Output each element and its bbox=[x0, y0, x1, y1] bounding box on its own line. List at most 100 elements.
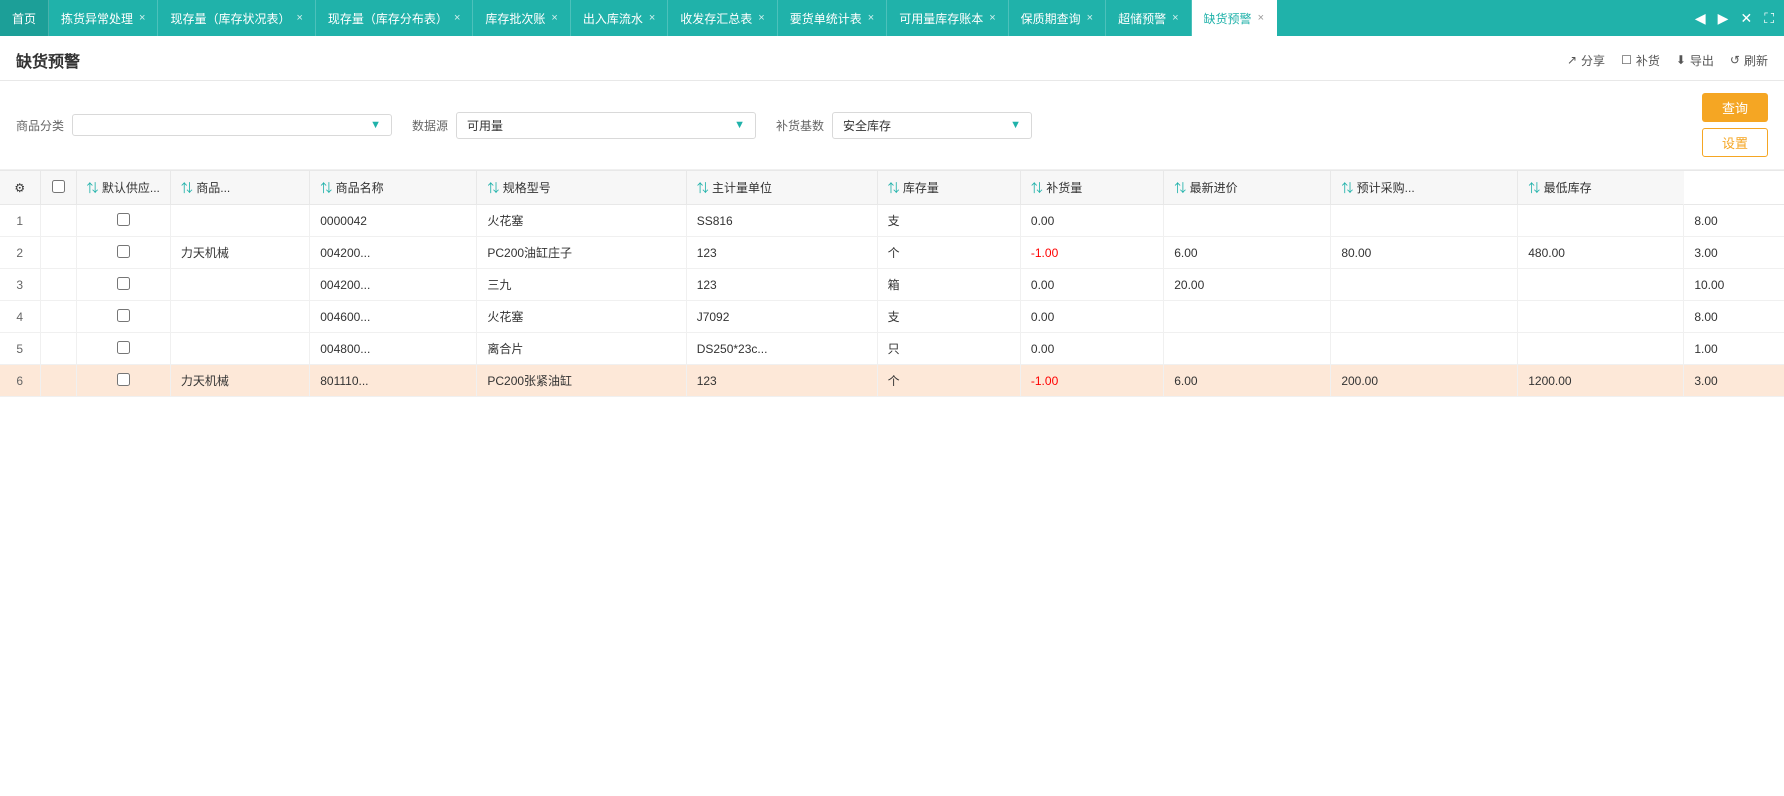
row-latest-price-4 bbox=[1331, 333, 1518, 365]
col-replenish-qty[interactable]: ⇅ 补货量 bbox=[1020, 171, 1163, 205]
row-min-stock-2: 10.00 bbox=[1684, 269, 1784, 301]
close-tab-batch-account[interactable]: × bbox=[551, 12, 557, 24]
row-est-purchase-5: 1200.00 bbox=[1518, 365, 1684, 397]
close-tab-exception[interactable]: × bbox=[139, 12, 145, 24]
close-tab-in-out-flow[interactable]: × bbox=[649, 12, 655, 24]
datasource-value: 可用量 bbox=[467, 117, 503, 134]
datasource-select[interactable]: 可用量 ▼ bbox=[456, 112, 756, 139]
refresh-icon: ↺ bbox=[1730, 53, 1740, 67]
main-table: ⚙ ⇅ 默认供应... ⇅ 商品... ⇅ 商品名称 bbox=[0, 170, 1784, 397]
row-checkbox-cell-0 bbox=[76, 205, 170, 237]
category-filter-group: 商品分类 ▼ bbox=[16, 114, 392, 136]
tab-overstock[interactable]: 超储预警 × bbox=[1106, 0, 1191, 36]
replenish-basis-select[interactable]: 安全库存 ▼ bbox=[832, 112, 1032, 139]
tab-expiry-query[interactable]: 保质期查询 × bbox=[1009, 0, 1106, 36]
table-row: 2 力天机械 004200... PC200油缸庄子 123 个 -1.00 6… bbox=[0, 237, 1784, 269]
row-product-code-1: 004200... bbox=[310, 237, 477, 269]
refresh-action[interactable]: ↺ 刷新 bbox=[1730, 52, 1768, 69]
row-supplier-1: 力天机械 bbox=[170, 237, 309, 269]
row-checkbox-3[interactable] bbox=[117, 309, 130, 322]
col-default-supplier[interactable]: ⇅ 默认供应... bbox=[76, 171, 170, 205]
col-min-stock[interactable]: ⇅ 最低库存 bbox=[1518, 171, 1684, 205]
row-replenish-qty-5: 6.00 bbox=[1164, 365, 1331, 397]
row-index-1: 2 bbox=[0, 237, 40, 269]
col-est-purchase[interactable]: ⇅ 预计采购... bbox=[1331, 171, 1518, 205]
tab-inventory-status[interactable]: 现存量（库存状况表） × bbox=[158, 0, 315, 36]
tab-next-button[interactable]: ▶ bbox=[1712, 6, 1735, 31]
sort-icon: ⇅ bbox=[1031, 181, 1043, 195]
col-settings[interactable]: ⚙ bbox=[0, 171, 40, 205]
tab-close-button[interactable]: ✕ bbox=[1734, 6, 1758, 31]
row-est-purchase-3 bbox=[1518, 301, 1684, 333]
replenish-icon: ☐ bbox=[1621, 53, 1632, 67]
row-unit-4: 只 bbox=[877, 333, 1020, 365]
col-latest-price[interactable]: ⇅ 最新进价 bbox=[1164, 171, 1331, 205]
close-tab-shortage[interactable]: × bbox=[1258, 12, 1264, 24]
replenish-basis-arrow-icon: ▼ bbox=[1010, 119, 1021, 131]
share-action[interactable]: ↗ 分享 bbox=[1567, 52, 1605, 69]
tab-exception[interactable]: 拣货异常处理 × bbox=[49, 0, 158, 36]
replenish-basis-value: 安全库存 bbox=[843, 117, 891, 134]
row-product-name-5: PC200张紧油缸 bbox=[477, 365, 686, 397]
tab-shortage[interactable]: 缺货预警 × bbox=[1192, 0, 1277, 36]
tab-available-ledger[interactable]: 可用量库存账本 × bbox=[887, 0, 1008, 36]
tab-receive-summary[interactable]: 收发存汇总表 × bbox=[668, 0, 777, 36]
col-stock-qty[interactable]: ⇅ 库存量 bbox=[877, 171, 1020, 205]
row-supplier-4 bbox=[170, 333, 309, 365]
tab-in-out-flow[interactable]: 出入库流水 × bbox=[571, 0, 668, 36]
col-spec[interactable]: ⇅ 规格型号 bbox=[477, 171, 686, 205]
row-checkbox-5[interactable] bbox=[117, 373, 130, 386]
close-tab-available-ledger[interactable]: × bbox=[989, 12, 995, 24]
close-tab-order-stats[interactable]: × bbox=[868, 12, 874, 24]
close-tab-receive-summary[interactable]: × bbox=[758, 12, 764, 24]
col-product-name[interactable]: ⇅ 商品名称 bbox=[310, 171, 477, 205]
row-checkbox-0[interactable] bbox=[117, 213, 130, 226]
tab-fullscreen-button[interactable]: ⛶ bbox=[1758, 6, 1780, 31]
tab-order-stats[interactable]: 要货单统计表 × bbox=[778, 0, 887, 36]
close-tab-overstock[interactable]: × bbox=[1172, 12, 1178, 24]
tab-prev-button[interactable]: ◀ bbox=[1689, 6, 1712, 31]
close-tab-inventory-status[interactable]: × bbox=[296, 12, 302, 24]
tab-batch-account[interactable]: 库存批次账 × bbox=[473, 0, 570, 36]
row-settings-0 bbox=[40, 205, 76, 237]
category-label: 商品分类 bbox=[16, 117, 64, 134]
row-product-name-1: PC200油缸庄子 bbox=[477, 237, 686, 269]
col-unit[interactable]: ⇅ 主计量单位 bbox=[686, 171, 877, 205]
row-stock-qty-5: -1.00 bbox=[1020, 365, 1163, 397]
close-tab-inventory-dist[interactable]: × bbox=[454, 12, 460, 24]
row-product-code-2: 004200... bbox=[310, 269, 477, 301]
export-icon: ⬇ bbox=[1676, 53, 1686, 67]
row-min-stock-0: 8.00 bbox=[1684, 205, 1784, 237]
export-action[interactable]: ⬇ 导出 bbox=[1676, 52, 1714, 69]
query-button[interactable]: 查询 bbox=[1702, 93, 1768, 122]
row-replenish-qty-1: 6.00 bbox=[1164, 237, 1331, 269]
close-tab-expiry-query[interactable]: × bbox=[1087, 12, 1093, 24]
tab-inventory-dist[interactable]: 现存量（库存分布表） × bbox=[316, 0, 473, 36]
settings-button[interactable]: 设置 bbox=[1702, 128, 1768, 157]
category-select[interactable]: ▼ bbox=[72, 114, 392, 136]
row-replenish-qty-3 bbox=[1164, 301, 1331, 333]
row-checkbox-4[interactable] bbox=[117, 341, 130, 354]
row-product-code-0: 0000042 bbox=[310, 205, 477, 237]
sort-icon: ⇅ bbox=[487, 181, 499, 195]
tab-home[interactable]: 首页 bbox=[0, 0, 49, 36]
row-replenish-qty-2: 20.00 bbox=[1164, 269, 1331, 301]
row-checkbox-1[interactable] bbox=[117, 245, 130, 258]
row-index-5: 6 bbox=[0, 365, 40, 397]
table-header-row: ⚙ ⇅ 默认供应... ⇅ 商品... ⇅ 商品名称 bbox=[0, 171, 1784, 205]
row-unit-0: 支 bbox=[877, 205, 1020, 237]
row-product-name-3: 火花塞 bbox=[477, 301, 686, 333]
replenish-action[interactable]: ☐ 补货 bbox=[1621, 52, 1660, 69]
row-min-stock-4: 1.00 bbox=[1684, 333, 1784, 365]
row-checkbox-2[interactable] bbox=[117, 277, 130, 290]
row-stock-qty-0: 0.00 bbox=[1020, 205, 1163, 237]
col-product-code[interactable]: ⇅ 商品... bbox=[170, 171, 309, 205]
row-stock-qty-4: 0.00 bbox=[1020, 333, 1163, 365]
row-est-purchase-4 bbox=[1518, 333, 1684, 365]
table-row: 1 0000042 火花塞 SS816 支 0.00 8.00 bbox=[0, 205, 1784, 237]
row-spec-1: 123 bbox=[686, 237, 877, 269]
select-all-checkbox[interactable] bbox=[52, 180, 65, 193]
row-latest-price-5: 200.00 bbox=[1331, 365, 1518, 397]
table-row: 5 004800... 离合片 DS250*23c... 只 0.00 1.00 bbox=[0, 333, 1784, 365]
row-min-stock-3: 8.00 bbox=[1684, 301, 1784, 333]
